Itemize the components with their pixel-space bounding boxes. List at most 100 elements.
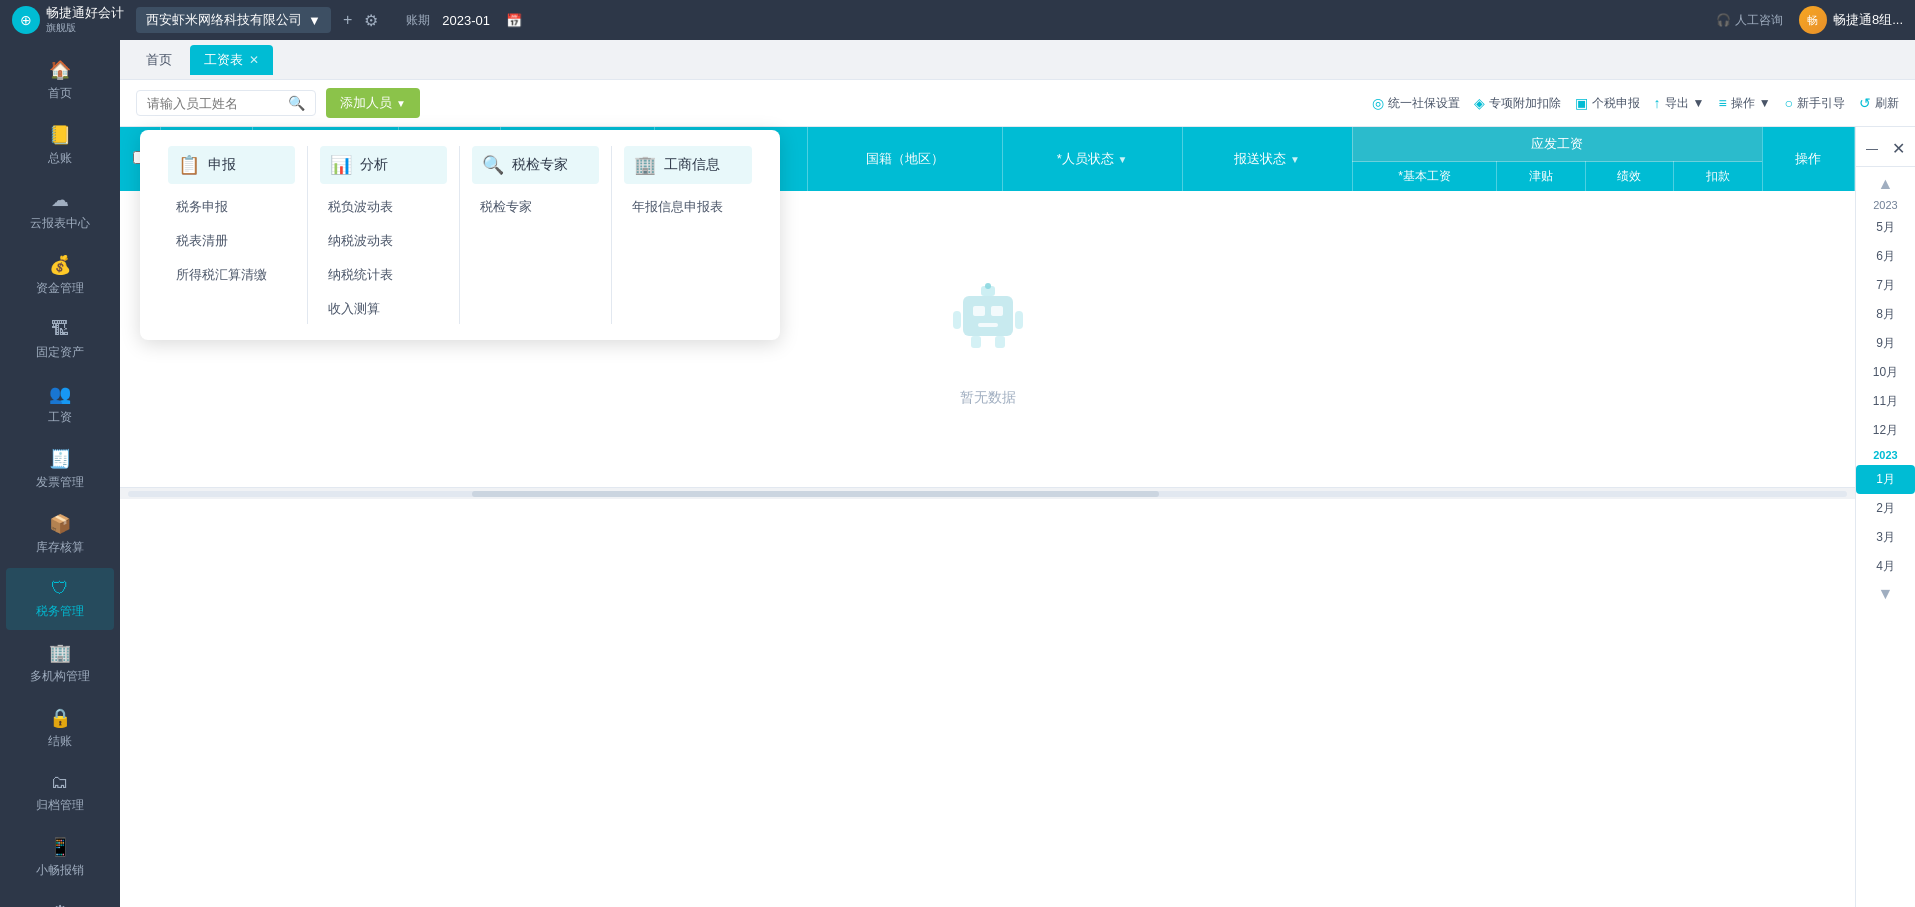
guide-button[interactable]: ○ 新手引导 xyxy=(1785,95,1845,112)
sidebar-item-inventory[interactable]: 📦 库存核算 xyxy=(6,503,114,566)
sidebar-label-fund: 资金管理 xyxy=(36,280,84,297)
refresh-button[interactable]: ↺ 刷新 xyxy=(1859,95,1899,112)
th-region: 国籍（地区） xyxy=(808,127,1003,191)
empty-icon-svg xyxy=(943,271,1033,361)
section-tax-expert-header: 🔍 税检专家 xyxy=(472,146,599,184)
month-8[interactable]: 8月 xyxy=(1856,300,1915,329)
content-area: 首页 工资表 ✕ 🔍 添加人员 ▼ ◎ 统一社保设置 xyxy=(120,40,1915,907)
item-tax-fluctuation[interactable]: 纳税波动表 xyxy=(320,226,447,256)
section-business-info-header: 🏢 工商信息 xyxy=(624,146,752,184)
main-layout: 🏠 首页 📒 总账 ☁ 云报表中心 💰 资金管理 🏗 固定资产 👥 工资 🧾 发… xyxy=(0,40,1915,907)
th-performance: 绩效 xyxy=(1585,162,1673,192)
month-1[interactable]: 1月 xyxy=(1856,465,1915,494)
settings-icon[interactable]: ⚙ xyxy=(364,11,378,30)
tax-expert-icon: 🔍 xyxy=(482,154,504,176)
refresh-icon: ↺ xyxy=(1859,95,1871,111)
inventory-icon: 📦 xyxy=(49,513,71,535)
close-panel-icon[interactable]: ✕ xyxy=(1888,135,1909,162)
sidebar-item-xiaochang[interactable]: 📱 小畅报销 xyxy=(6,826,114,889)
item-tax-table-list[interactable]: 税表清册 xyxy=(168,226,295,256)
minimize-icon[interactable]: — xyxy=(1862,138,1882,160)
month-4[interactable]: 4月 xyxy=(1856,552,1915,581)
item-tax-expert[interactable]: 税检专家 xyxy=(472,192,599,222)
section-tax-expert: 🔍 税检专家 税检专家 xyxy=(460,146,612,324)
svg-rect-3 xyxy=(978,323,998,327)
item-tax-burden-fluctuation[interactable]: 税负波动表 xyxy=(320,192,447,222)
svg-rect-2 xyxy=(991,306,1003,316)
tab-salary[interactable]: 工资表 ✕ xyxy=(190,45,273,75)
panel-up-icon[interactable]: ▲ xyxy=(1874,171,1898,197)
month-7[interactable]: 7月 xyxy=(1856,271,1915,300)
export-label: 导出 xyxy=(1665,95,1689,112)
tax-return-button[interactable]: ▣ 个税申报 xyxy=(1575,95,1640,112)
item-income-estimate[interactable]: 收入测算 xyxy=(320,294,447,324)
panel-down-icon[interactable]: ▼ xyxy=(1874,581,1898,607)
status-filter-icon[interactable]: ▼ xyxy=(1118,154,1128,165)
month-6[interactable]: 6月 xyxy=(1856,242,1915,271)
settings-gear-icon: ⚙ xyxy=(52,901,68,907)
panel-top-controls: — ✕ xyxy=(1856,131,1915,167)
org-icon: 🏢 xyxy=(49,642,71,664)
month-10[interactable]: 10月 xyxy=(1856,358,1915,387)
month-9[interactable]: 9月 xyxy=(1856,329,1915,358)
item-tax-declaration[interactable]: 税务申报 xyxy=(168,192,295,222)
operation-arrow-icon: ▼ xyxy=(1759,96,1771,110)
sidebar-item-basic-settings[interactable]: ⚙ 基础设置 xyxy=(6,891,114,907)
social-security-button[interactable]: ◎ 统一社保设置 xyxy=(1372,95,1460,112)
sidebar-item-fixed-assets[interactable]: 🏗 固定资产 xyxy=(6,309,114,371)
section-analysis-header: 📊 分析 xyxy=(320,146,447,184)
logo-area: ⊕ 畅捷通好会计 旗舰版 xyxy=(12,5,124,35)
svg-rect-6 xyxy=(953,311,961,329)
dropdown-menu: 📋 申报 税务申报 税表清册 所得税汇算清缴 📊 分析 xyxy=(140,130,780,340)
sidebar-item-cloud-report[interactable]: ☁ 云报表中心 xyxy=(6,179,114,242)
period-value: 2023-01 xyxy=(442,13,490,28)
sidebar-label-multi-org: 多机构管理 xyxy=(30,668,90,685)
support-button[interactable]: 🎧 人工咨询 xyxy=(1716,12,1783,29)
sidebar-item-ledger[interactable]: 📒 总账 xyxy=(6,114,114,177)
item-annual-report[interactable]: 年报信息申报表 xyxy=(624,192,752,222)
th-salary-group: 应发工资 xyxy=(1352,127,1762,162)
business-info-icon: 🏢 xyxy=(634,154,656,176)
report-filter-icon[interactable]: ▼ xyxy=(1290,154,1300,165)
sidebar-item-fund[interactable]: 💰 资金管理 xyxy=(6,244,114,307)
operation-button[interactable]: ≡ 操作 ▼ xyxy=(1718,95,1770,112)
month-2[interactable]: 2月 xyxy=(1856,494,1915,523)
search-input[interactable] xyxy=(147,96,282,111)
search-icon: 🔍 xyxy=(288,95,305,111)
export-button[interactable]: ↑ 导出 ▼ xyxy=(1654,95,1705,112)
tab-home[interactable]: 首页 xyxy=(132,45,186,75)
month-12[interactable]: 12月 xyxy=(1856,416,1915,445)
salary-icon: 👥 xyxy=(49,383,71,405)
item-tax-statistics[interactable]: 纳税统计表 xyxy=(320,260,447,290)
tab-close-icon[interactable]: ✕ xyxy=(249,53,259,67)
add-company-icon[interactable]: + xyxy=(343,11,352,29)
special-deduction-button[interactable]: ◈ 专项附加扣除 xyxy=(1474,95,1561,112)
sidebar-item-close-account[interactable]: 🔒 结账 xyxy=(6,697,114,760)
search-wrap: 🔍 xyxy=(136,90,316,116)
sidebar-item-tax[interactable]: 🛡 税务管理 xyxy=(6,568,114,630)
user-area[interactable]: 畅 畅捷通8组... xyxy=(1799,6,1903,34)
add-person-button[interactable]: 添加人员 ▼ xyxy=(326,88,420,118)
tax-icon: 🛡 xyxy=(51,578,69,599)
month-5[interactable]: 5月 xyxy=(1856,213,1915,242)
month-11[interactable]: 11月 xyxy=(1856,387,1915,416)
sidebar-item-invoice[interactable]: 🧾 发票管理 xyxy=(6,438,114,501)
logo-text-wrap: 畅捷通好会计 旗舰版 xyxy=(46,5,124,35)
svg-rect-0 xyxy=(963,296,1013,336)
chevron-down-icon: ▼ xyxy=(308,13,321,28)
scroll-thumb[interactable] xyxy=(472,491,1160,497)
item-income-tax-settlement[interactable]: 所得税汇算清缴 xyxy=(168,260,295,290)
sidebar-item-archive[interactable]: 🗂 归档管理 xyxy=(6,762,114,824)
sidebar-label-ledger: 总账 xyxy=(48,150,72,167)
sidebar-item-salary[interactable]: 👥 工资 xyxy=(6,373,114,436)
calendar-icon[interactable]: 📅 xyxy=(506,13,522,28)
svg-rect-7 xyxy=(1015,311,1023,329)
declaration-icon: 📋 xyxy=(178,154,200,176)
avatar: 畅 xyxy=(1799,6,1827,34)
company-selector[interactable]: 西安虾米网络科技有限公司 ▼ xyxy=(136,7,331,33)
refresh-label: 刷新 xyxy=(1875,95,1899,112)
sidebar-item-home[interactable]: 🏠 首页 xyxy=(6,49,114,112)
month-3[interactable]: 3月 xyxy=(1856,523,1915,552)
sidebar-item-multi-org[interactable]: 🏢 多机构管理 xyxy=(6,632,114,695)
operation-icon: ≡ xyxy=(1718,95,1726,111)
